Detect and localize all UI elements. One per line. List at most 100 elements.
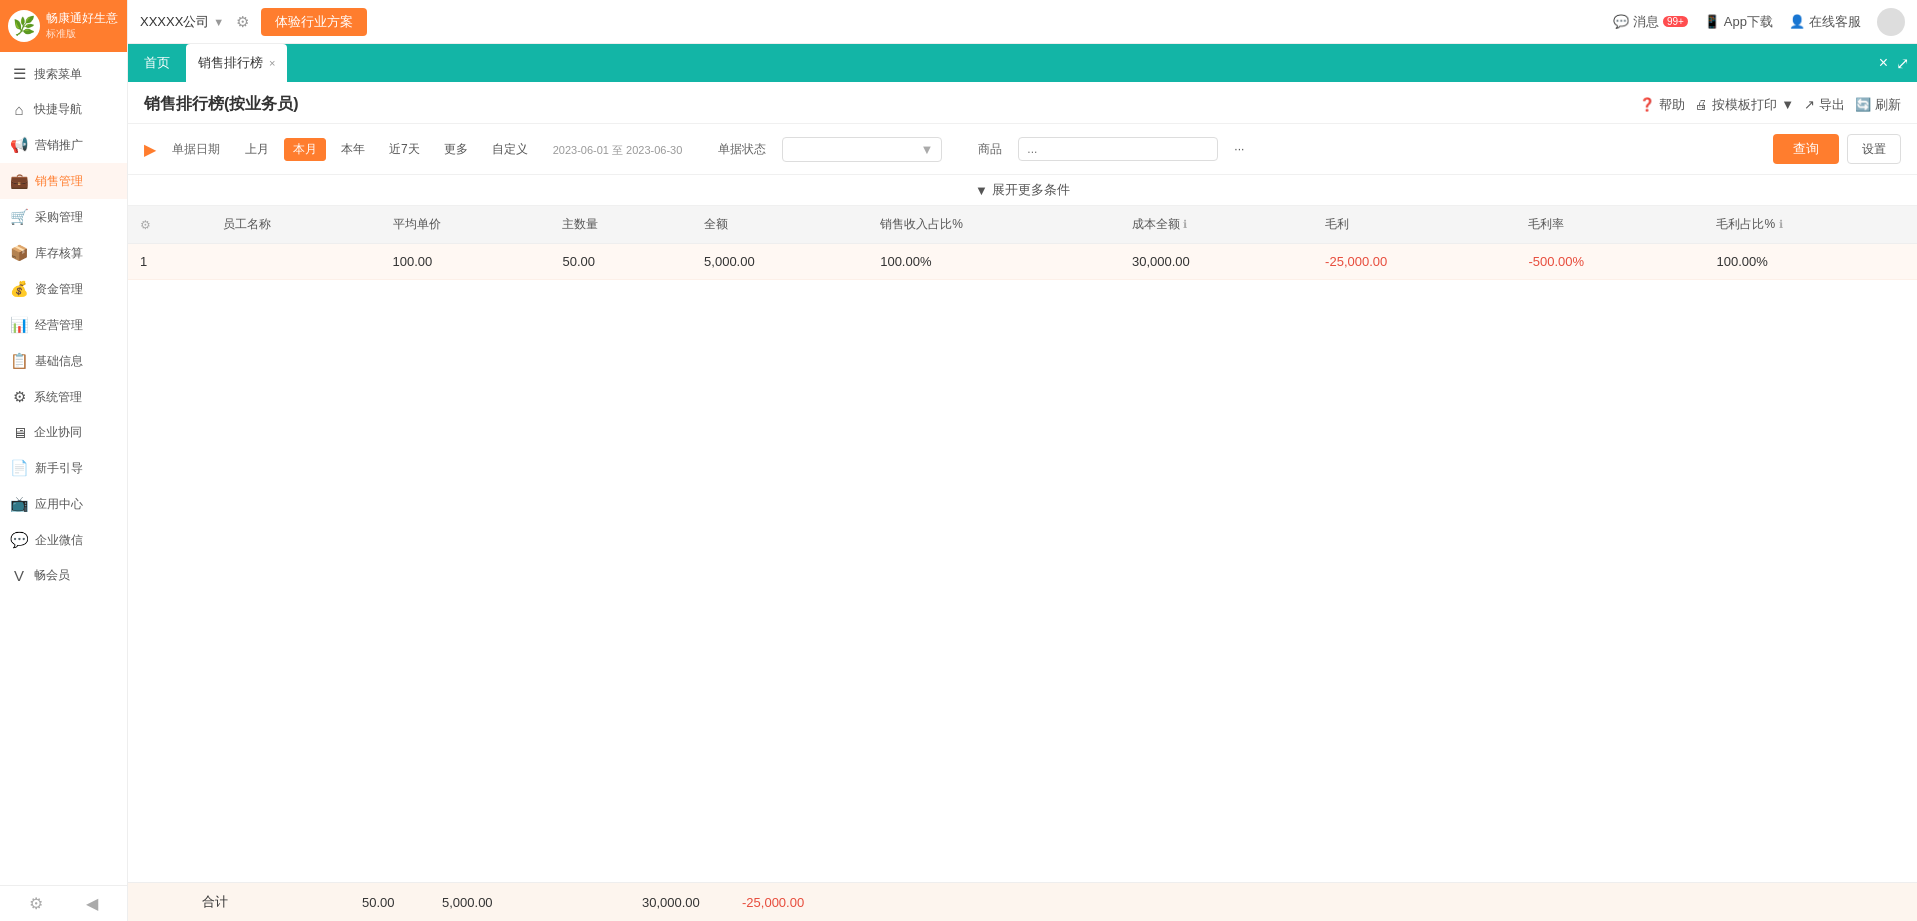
- app-download-label: App下载: [1724, 13, 1773, 31]
- tab-home-label: 首页: [144, 54, 170, 72]
- template-print-button[interactable]: 🖨 按模板打印 ▼: [1695, 96, 1794, 114]
- goods-more-icon[interactable]: ···: [1234, 142, 1244, 156]
- table-footer: 合计 50.00 5,000.00 30,000.00 -25,000.00: [128, 882, 1917, 921]
- sidebar-item-6[interactable]: 💰资金管理: [0, 271, 127, 307]
- page-header: 销售排行榜(按业务员) ❓ 帮助 🖨 按模板打印 ▼ ↗ 导出 🔄 刷新: [128, 82, 1917, 124]
- sidebar-item-2[interactable]: 📢营销推广: [0, 127, 127, 163]
- help-label: 帮助: [1659, 96, 1685, 114]
- sidebar-collapse-icon[interactable]: ◀: [86, 894, 98, 913]
- print-icon: 🖨: [1695, 97, 1708, 112]
- sidebar-icon-14: V: [10, 567, 28, 584]
- th-sales-ratio: 销售收入占比%: [868, 206, 1120, 244]
- export-icon: ↗: [1804, 97, 1815, 112]
- tabbar-right: × ⤢: [1879, 54, 1917, 73]
- trial-button[interactable]: 体验行业方案: [261, 8, 367, 36]
- td-sales-ratio: 100.00%: [868, 244, 1120, 280]
- sidebar-item-5[interactable]: 📦库存核算: [0, 235, 127, 271]
- sidebar-item-0[interactable]: ☰搜索菜单: [0, 56, 127, 92]
- expand-row: ▼ 展开更多条件: [128, 175, 1917, 206]
- sidebar-item-11[interactable]: 📄新手引导: [0, 450, 127, 486]
- data-table: ⚙ 员工名称 平均单价 主数量 全额 销售收入占比% 成本全额 ℹ 毛利 毛利率…: [128, 206, 1917, 280]
- table-header-row: ⚙ 员工名称 平均单价 主数量 全额 销售收入占比% 成本全额 ℹ 毛利 毛利率…: [128, 206, 1917, 244]
- app-download-icon: 📱: [1704, 14, 1720, 29]
- footer-main-qty: 50.00: [350, 895, 430, 910]
- th-avg-price: 平均单价: [381, 206, 551, 244]
- goods-input[interactable]: [1027, 142, 1209, 156]
- td-name: [211, 244, 381, 280]
- app-download-button[interactable]: 📱 App下载: [1704, 13, 1773, 31]
- template-print-label: 按模板打印: [1712, 96, 1777, 114]
- sidebar-icon-0: ☰: [10, 65, 28, 83]
- sidebar-item-1[interactable]: ⌂快捷导航: [0, 92, 127, 127]
- message-icon: 💬: [1613, 14, 1629, 29]
- td-profit-ratio: 100.00%: [1704, 244, 1917, 280]
- settings-button[interactable]: 设置: [1847, 134, 1901, 164]
- company-name: XXXXX公司: [140, 13, 209, 31]
- tab-close-icon[interactable]: ×: [269, 57, 275, 69]
- page-actions: ❓ 帮助 🖨 按模板打印 ▼ ↗ 导出 🔄 刷新: [1639, 96, 1901, 114]
- sidebar-icon-10: 🖥: [10, 424, 28, 441]
- company-selector[interactable]: XXXXX公司 ▼: [140, 13, 224, 31]
- sidebar-item-3[interactable]: 💼销售管理: [0, 163, 127, 199]
- sidebar-settings-icon[interactable]: ⚙: [29, 894, 43, 913]
- query-button[interactable]: 查询: [1773, 134, 1839, 164]
- filter-collapse-icon[interactable]: ▶: [144, 140, 156, 159]
- refresh-button[interactable]: 🔄 刷新: [1855, 96, 1901, 114]
- message-badge: 99+: [1663, 16, 1688, 27]
- custom-date-btn[interactable]: 自定义: [483, 138, 537, 161]
- this-month-btn[interactable]: 本月: [284, 138, 326, 161]
- th-cost: 成本全额 ℹ: [1120, 206, 1313, 244]
- sidebar-item-9[interactable]: ⚙系统管理: [0, 379, 127, 415]
- message-button[interactable]: 💬 消息 99+: [1613, 13, 1688, 31]
- td-cost: 30,000.00: [1120, 244, 1313, 280]
- export-button[interactable]: ↗ 导出: [1804, 96, 1845, 114]
- prev-month-btn[interactable]: 上月: [236, 138, 278, 161]
- td-index: 1: [128, 244, 211, 280]
- window-close-icon[interactable]: ×: [1879, 54, 1888, 72]
- this-year-btn[interactable]: 本年: [332, 138, 374, 161]
- export-label: 导出: [1819, 96, 1845, 114]
- table-settings-icon[interactable]: ⚙: [140, 218, 151, 232]
- logo-text: 畅康通好生意: [46, 11, 118, 27]
- refresh-icon: 🔄: [1855, 97, 1871, 112]
- sidebar-item-10[interactable]: 🖥企业协同: [0, 415, 127, 450]
- sidebar-item-4[interactable]: 🛒采购管理: [0, 199, 127, 235]
- sidebar-icon-6: 💰: [10, 280, 29, 298]
- sidebar-item-14[interactable]: V畅会员: [0, 558, 127, 593]
- sidebar-item-13[interactable]: 💬企业微信: [0, 522, 127, 558]
- th-settings: ⚙: [128, 206, 211, 244]
- sidebar-icon-5: 📦: [10, 244, 29, 262]
- expand-button[interactable]: ▼ 展开更多条件: [975, 181, 1070, 199]
- tab-home[interactable]: 首页: [128, 44, 186, 82]
- more-date-btn[interactable]: 更多: [435, 138, 477, 161]
- sidebar: 🌿 畅康通好生意 标准版 ☰搜索菜单⌂快捷导航📢营销推广💼销售管理🛒采购管理📦库…: [0, 0, 128, 921]
- table-wrap: ⚙ 员工名称 平均单价 主数量 全额 销售收入占比% 成本全额 ℹ 毛利 毛利率…: [128, 206, 1917, 882]
- last7-btn[interactable]: 近7天: [380, 138, 429, 161]
- company-chevron-icon: ▼: [213, 16, 224, 28]
- avatar[interactable]: [1877, 8, 1905, 36]
- date-filter-label: 单据日期: [172, 141, 220, 158]
- help-button[interactable]: ❓ 帮助: [1639, 96, 1685, 114]
- footer-profit: -25,000.00: [730, 895, 830, 910]
- refresh-label: 刷新: [1875, 96, 1901, 114]
- tab-sales-ranking[interactable]: 销售排行榜 ×: [186, 44, 287, 82]
- sidebar-icon-4: 🛒: [10, 208, 29, 226]
- topbar-settings-icon[interactable]: ⚙: [236, 13, 249, 31]
- window-restore-icon[interactable]: ⤢: [1896, 54, 1909, 73]
- sidebar-icon-2: 📢: [10, 136, 29, 154]
- sidebar-item-7[interactable]: 📊经营管理: [0, 307, 127, 343]
- sidebar-item-12[interactable]: 📺应用中心: [0, 486, 127, 522]
- topbar-right: 💬 消息 99+ 📱 App下载 👤 在线客服: [1613, 8, 1905, 36]
- sidebar-item-8[interactable]: 📋基础信息: [0, 343, 127, 379]
- td-main-qty: 50.00: [550, 244, 692, 280]
- sidebar-icon-3: 💼: [10, 172, 29, 190]
- status-select[interactable]: ▼: [782, 137, 942, 162]
- online-service-button[interactable]: 👤 在线客服: [1789, 13, 1861, 31]
- goods-filter-label: 商品: [978, 141, 1002, 158]
- td-profit-rate: -500.00%: [1516, 244, 1704, 280]
- logo-icon: 🌿: [8, 10, 40, 42]
- status-chevron-icon: ▼: [920, 142, 933, 157]
- sidebar-icon-13: 💬: [10, 531, 29, 549]
- date-range-display: 2023-06-01 至 2023-06-30: [553, 143, 683, 158]
- sidebar-bottom: ⚙ ◀: [0, 885, 127, 921]
